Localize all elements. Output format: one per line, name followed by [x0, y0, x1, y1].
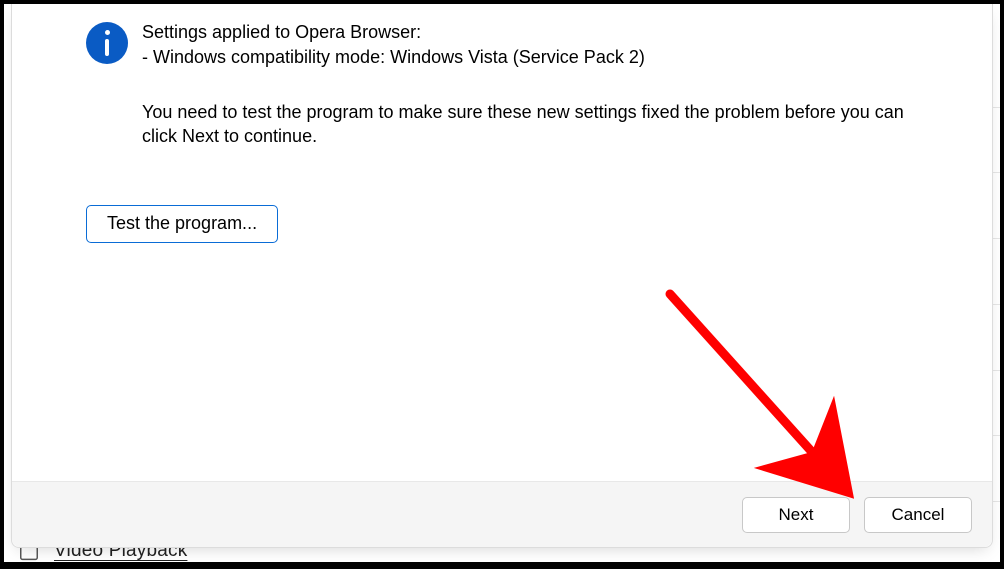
annotation-arrow — [652, 282, 892, 512]
compatibility-troubleshooter-dialog: Settings applied to Opera Browser: - Win… — [11, 4, 993, 548]
settings-applied-line: Settings applied to Opera Browser: — [142, 20, 948, 45]
dialog-content: Settings applied to Opera Browser: - Win… — [12, 4, 992, 481]
next-button[interactable]: Next — [742, 497, 850, 533]
cancel-button[interactable]: Cancel — [864, 497, 972, 533]
instruction-text: You need to test the program to make sur… — [142, 100, 932, 150]
screenshot-frame: Video Playback Settings applied to Opera… — [0, 0, 1004, 566]
compatibility-mode-line: - Windows compatibility mode: Windows Vi… — [142, 45, 948, 70]
dialog-footer: Next Cancel — [12, 481, 992, 547]
test-program-button[interactable]: Test the program... — [86, 205, 278, 243]
info-icon — [86, 22, 128, 64]
dialog-message: Settings applied to Opera Browser: - Win… — [142, 20, 948, 149]
